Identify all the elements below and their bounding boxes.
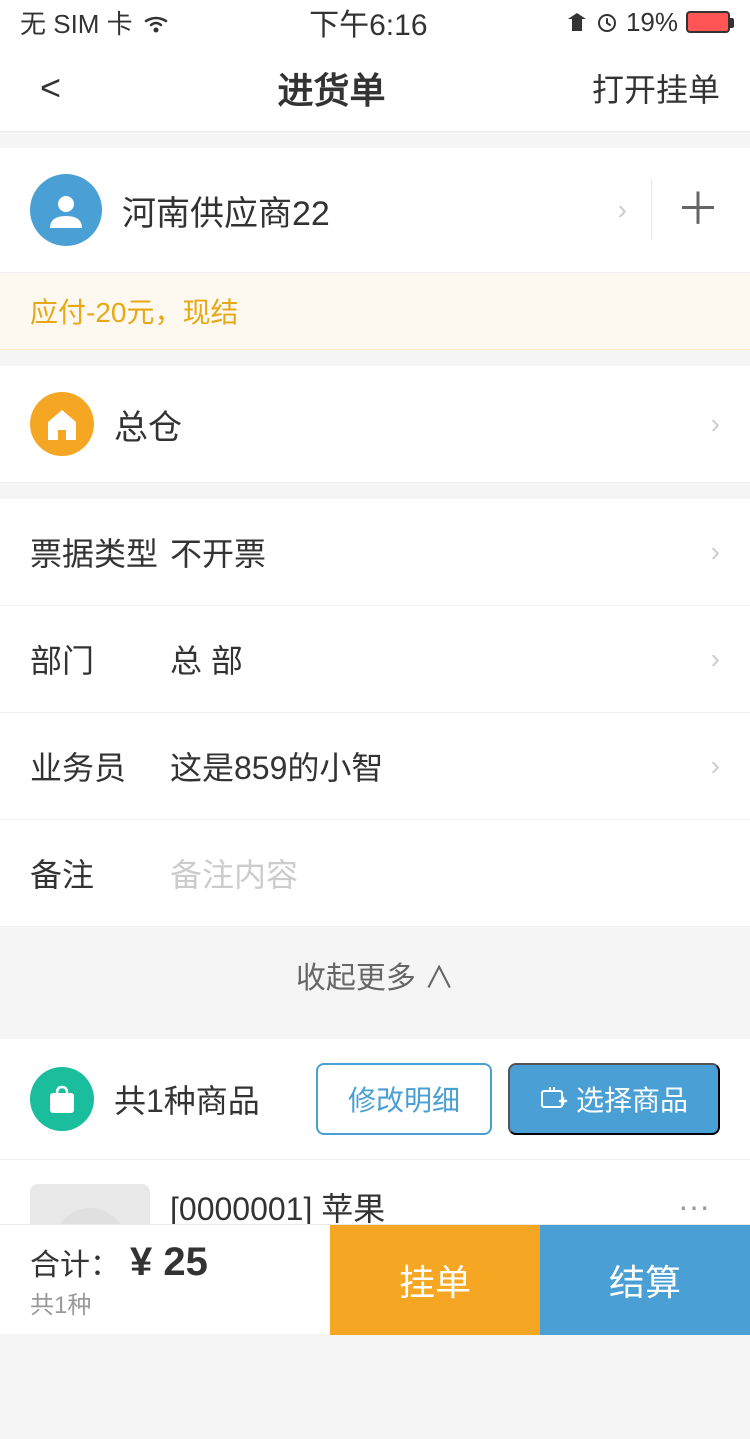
product-count: 共1种商品 (114, 1076, 316, 1122)
total-text: 合计： (30, 1240, 120, 1284)
dept-value: 总 部 (170, 636, 711, 682)
section-gap-4 (0, 1023, 750, 1039)
invoice-label: 票据类型 (30, 529, 170, 575)
dept-chevron: › (711, 643, 720, 675)
warehouse-icon (30, 392, 94, 456)
total-sub: 共1种 (30, 1285, 300, 1320)
back-button[interactable]: < (30, 57, 71, 119)
sales-value: 这是859的小智 (170, 743, 711, 789)
warehouse-name: 总仓 (114, 400, 711, 449)
status-bar: 无 SIM 卡 下午6:16 19% (0, 0, 750, 44)
status-bar-time: 下午6:16 (309, 0, 427, 44)
section-gap-3 (0, 483, 750, 499)
bottom-bar: 合计： ¥ 25 共1种 挂单 结算 (0, 1224, 750, 1334)
edit-detail-button[interactable]: 修改明细 (316, 1063, 492, 1135)
remark-placeholder: 备注内容 (170, 850, 720, 896)
checkout-button[interactable]: 结算 (540, 1225, 750, 1335)
collapse-button[interactable]: 收起更多 ∧ (0, 927, 750, 1023)
product-header: 共1种商品 修改明细 选择商品 (0, 1039, 750, 1160)
supplier-row[interactable]: 河南供应商22 › ＋ (0, 148, 750, 273)
status-bar-left: 无 SIM 卡 (20, 4, 171, 41)
product-icon (30, 1067, 94, 1131)
remark-row[interactable]: 备注 备注内容 (0, 820, 750, 927)
page-title: 进货单 (278, 62, 386, 114)
sales-label: 业务员 (30, 743, 170, 789)
select-product-label: 选择商品 (576, 1079, 688, 1119)
wifi-icon (141, 11, 171, 33)
product-id: [0000001] (170, 1191, 321, 1227)
select-product-button[interactable]: 选择商品 (508, 1063, 720, 1135)
battery-icon (686, 11, 730, 33)
person-icon (44, 188, 88, 232)
carrier-text: 无 SIM 卡 (20, 4, 133, 41)
section-gap-1 (0, 132, 750, 148)
supplier-chevron: › (618, 194, 627, 226)
warehouse-row[interactable]: 总仓 › (0, 366, 750, 483)
form-card: 票据类型 不开票 › 部门 总 部 › 业务员 这是859的小智 › 备注 备注… (0, 499, 750, 927)
dept-row[interactable]: 部门 总 部 › (0, 606, 750, 713)
total-amount: ¥ 25 (130, 1240, 208, 1285)
warehouse-chevron: › (711, 408, 720, 440)
hang-button[interactable]: 挂单 (330, 1225, 540, 1335)
supplier-name: 河南供应商22 (122, 186, 618, 235)
bag-icon (44, 1081, 80, 1117)
invoice-value: 不开票 (170, 529, 711, 575)
status-bar-right: 19% (566, 7, 730, 38)
product-more-button[interactable]: ··· (668, 1184, 720, 1229)
battery-percent: 19% (626, 7, 678, 38)
sales-row[interactable]: 业务员 这是859的小智 › (0, 713, 750, 820)
invoice-row[interactable]: 票据类型 不开票 › (0, 499, 750, 606)
supplier-avatar (30, 174, 102, 246)
supplier-card: 河南供应商22 › ＋ 应付-20元，现结 (0, 148, 750, 350)
invoice-chevron: › (711, 536, 720, 568)
dept-label: 部门 (30, 636, 170, 682)
cart-icon (540, 1085, 568, 1113)
bottom-spacer (0, 1329, 750, 1439)
supplier-divider (651, 180, 652, 240)
nav-bar: < 进货单 打开挂单 (0, 44, 750, 132)
product-name: 苹果 (321, 1191, 385, 1227)
total-label: 合计： ¥ 25 (30, 1240, 300, 1285)
remark-label: 备注 (30, 850, 170, 896)
total-area: 合计： ¥ 25 共1种 (0, 1240, 330, 1320)
house-icon (44, 406, 80, 442)
location-icon (566, 11, 588, 33)
open-hang-button[interactable]: 打开挂单 (592, 65, 720, 111)
add-supplier-button[interactable]: ＋ (676, 188, 720, 232)
alarm-icon (596, 11, 618, 33)
section-gap-2 (0, 350, 750, 366)
payment-notice: 应付-20元，现结 (0, 273, 750, 350)
sales-chevron: › (711, 750, 720, 782)
